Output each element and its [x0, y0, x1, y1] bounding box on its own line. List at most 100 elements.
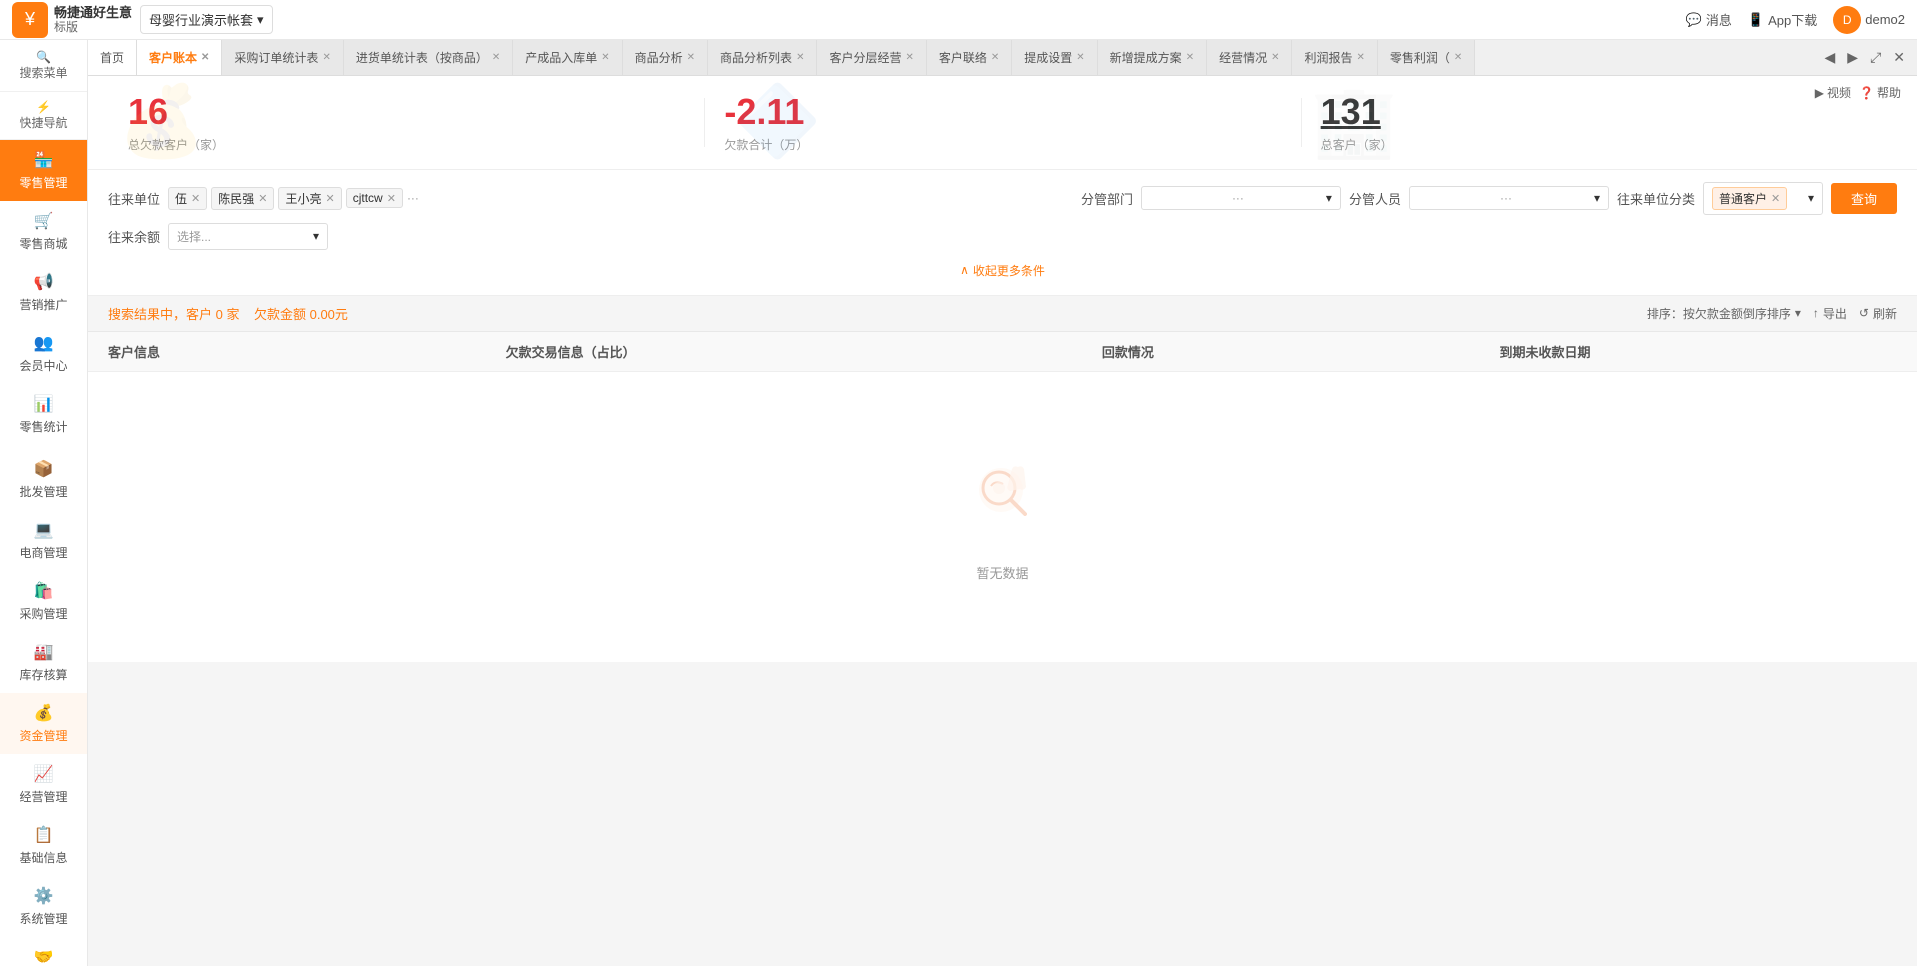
sidebar-quick-nav[interactable]: ⚡ 快捷导航 — [0, 92, 87, 140]
tab-raise-settings[interactable]: 提成设置 ✕ — [1012, 40, 1097, 76]
chevron-down-icon: ▾ — [257, 12, 264, 28]
table-col-repay: 回款情况 — [1102, 342, 1500, 361]
tabbar-controls: ◀ ▶ ⤢ ✕ — [1813, 47, 1917, 68]
sidebar-search[interactable]: 🔍 搜索菜单 — [0, 40, 87, 92]
sidebar-item-retail-mgmt[interactable]: 🏪 零售管理 — [0, 140, 87, 201]
basic-info-icon: 📋 — [34, 825, 54, 845]
sidebar-item-purchase[interactable]: 🛍️ 采购管理 — [0, 571, 87, 632]
sidebar-item-retail-store[interactable]: 🛒 零售商城 — [0, 201, 87, 262]
search-icon: 🔍 — [0, 50, 87, 64]
tab-customer-book[interactable]: 客户账本 ✕ — [137, 40, 222, 76]
tab-close-customer-book[interactable]: ✕ — [201, 52, 209, 63]
tab-scroll-left[interactable]: ◀ — [1821, 47, 1840, 68]
tab-close-purchase-stats[interactable]: ✕ — [492, 52, 500, 63]
avatar: D — [1833, 6, 1861, 34]
help-link[interactable]: ❓ 帮助 — [1859, 84, 1901, 101]
app-download-button[interactable]: 📱 App下载 — [1748, 10, 1817, 29]
export-button[interactable]: ↑ 导出 — [1813, 305, 1847, 322]
person-filter-label: 分管人员 — [1349, 189, 1401, 208]
topbar-right: 💬 消息 📱 App下载 D demo2 — [1686, 6, 1905, 34]
results-info: 搜索结果中，客户 0 家 欠款金额 0.00元 — [108, 304, 348, 323]
sidebar-item-retail-stats[interactable]: 📊 零售统计 — [0, 384, 87, 445]
retail-mgmt-icon: 🏪 — [34, 150, 54, 170]
sidebar-item-operations[interactable]: 📈 经营管理 — [0, 754, 87, 815]
tab-close-operation[interactable]: ✕ — [1271, 52, 1279, 63]
person-select[interactable]: ··· ▾ — [1409, 186, 1609, 210]
filter-tag-normal-customer[interactable]: 普通客户 ✕ — [1712, 187, 1787, 210]
sidebar-item-member-center[interactable]: 👥 会员中心 — [0, 323, 87, 384]
unit-category-select[interactable]: 普通客户 ✕ ▾ — [1703, 182, 1823, 215]
balance-filter-label: 往来余额 — [108, 227, 160, 246]
tab-close-profit-report[interactable]: ✕ — [1357, 52, 1365, 63]
tab-close-all[interactable]: ✕ — [1889, 47, 1909, 68]
retail-store-icon: 🛒 — [34, 211, 54, 231]
finance-icon: 💰 — [34, 703, 54, 723]
filter-row-2: 往来余额 选择... ▾ — [108, 223, 1897, 250]
unit-filter-label: 往来单位 — [108, 189, 160, 208]
refresh-button[interactable]: ↺ 刷新 — [1859, 305, 1897, 322]
tab-close-product-analysis-list[interactable]: ✕ — [796, 52, 804, 63]
tab-close-product-instock[interactable]: ✕ — [601, 52, 609, 63]
tab-close-retail-profit[interactable]: ✕ — [1454, 52, 1462, 63]
tab-expand[interactable]: ⤢ — [1866, 47, 1885, 68]
sidebar-item-finance[interactable]: 💰 资金管理 — [0, 693, 87, 754]
filter-tag-wang[interactable]: 王小亮 ✕ — [278, 187, 341, 210]
query-button[interactable]: 查询 — [1831, 183, 1897, 214]
filter-tag-cjttcw[interactable]: cjttcw ✕ — [346, 188, 403, 208]
tab-customer-tier[interactable]: 客户分层经营 ✕ — [817, 40, 926, 76]
filter-tag-wu[interactable]: 伍 ✕ — [168, 187, 207, 210]
sidebar-item-marketing[interactable]: 📢 营销推广 — [0, 262, 87, 323]
tab-close-purchase-order[interactable]: ✕ — [322, 52, 330, 63]
tab-close-customer-tier[interactable]: ✕ — [905, 52, 913, 63]
purchase-icon: 🛍️ — [34, 581, 54, 601]
system-icon: ⚙️ — [34, 886, 54, 906]
logo-text: 畅捷通好生意 标版 — [54, 5, 132, 35]
tab-product-analysis-list[interactable]: 商品分析列表 ✕ — [708, 40, 817, 76]
sidebar-item-inventory[interactable]: 🏭 库存核算 — [0, 632, 87, 693]
tag-close-wang[interactable]: ✕ — [326, 192, 335, 205]
help-links: ▶ 视频 ❓ 帮助 — [1815, 84, 1901, 101]
tab-retail-profit[interactable]: 零售利润（ ✕ — [1378, 40, 1475, 76]
tab-close-raise-settings[interactable]: ✕ — [1076, 52, 1084, 63]
balance-select[interactable]: 选择... ▾ — [168, 223, 328, 250]
message-button[interactable]: 💬 消息 — [1686, 10, 1732, 29]
tab-new-raise[interactable]: 新增提成方案 ✕ — [1098, 40, 1207, 76]
tag-close-cjttcw[interactable]: ✕ — [387, 192, 396, 205]
logo-area: ¥ 畅捷通好生意 标版 — [12, 2, 132, 38]
tab-purchase-stats[interactable]: 进货单统计表（按商品） ✕ — [344, 40, 513, 76]
tab-operation[interactable]: 经营情况 ✕ — [1207, 40, 1292, 76]
sidebar-item-system[interactable]: ⚙️ 系统管理 — [0, 876, 87, 937]
tab-product-analysis[interactable]: 商品分析 ✕ — [623, 40, 708, 76]
sidebar-item-basic-info[interactable]: 📋 基础信息 — [0, 815, 87, 876]
tab-profit-report[interactable]: 利润报告 ✕ — [1292, 40, 1377, 76]
dept-select[interactable]: ··· ▾ — [1141, 186, 1341, 210]
sidebar-item-batch-mgmt[interactable]: 📦 批发管理 — [0, 449, 87, 510]
sort-label: 排序：按欠款金额倒序排序 — [1647, 305, 1791, 322]
tab-scroll-right[interactable]: ▶ — [1843, 47, 1862, 68]
tag-close-normal[interactable]: ✕ — [1771, 192, 1780, 205]
video-link[interactable]: ▶ 视频 — [1815, 84, 1851, 101]
stats-row: 💰 16 总欠款客户（家） 🔷 -2.11 欠款合计（万） 🏢 131 总客户（… — [88, 76, 1917, 170]
filter-more-tags[interactable]: ··· — [407, 191, 419, 205]
filter-tag-chen[interactable]: 陈民强 ✕ — [211, 187, 274, 210]
tab-home[interactable]: 首页 — [88, 40, 137, 76]
tab-purchase-order[interactable]: 采购订单统计表 ✕ — [222, 40, 343, 76]
sidebar-item-enterprise-collab[interactable]: 🤝 企业协同 — [0, 937, 87, 966]
stat-total-customers: 🏢 131 总客户（家） — [1301, 92, 1897, 153]
chevron-down-person: ▾ — [1594, 191, 1600, 205]
user-profile[interactable]: D demo2 — [1833, 6, 1905, 34]
chevron-down-sort: ▾ — [1795, 306, 1801, 320]
tab-close-customer-contact[interactable]: ✕ — [991, 52, 999, 63]
play-icon: ▶ — [1815, 86, 1824, 100]
company-selector[interactable]: 母婴行业演示帐套 ▾ — [140, 5, 273, 34]
tab-close-product-analysis[interactable]: ✕ — [687, 52, 695, 63]
tab-close-new-raise[interactable]: ✕ — [1186, 52, 1194, 63]
collapse-button[interactable]: ∧ 收起更多条件 — [960, 258, 1045, 283]
tag-close-wu[interactable]: ✕ — [191, 192, 200, 205]
sidebar-item-ecommerce[interactable]: 💻 电商管理 — [0, 510, 87, 571]
sort-select[interactable]: 排序：按欠款金额倒序排序 ▾ — [1647, 305, 1801, 322]
batch-icon: 📦 — [34, 459, 54, 479]
tab-customer-contact[interactable]: 客户联络 ✕ — [927, 40, 1012, 76]
tab-product-instock[interactable]: 产成品入库单 ✕ — [513, 40, 622, 76]
tag-close-chen[interactable]: ✕ — [258, 192, 267, 205]
